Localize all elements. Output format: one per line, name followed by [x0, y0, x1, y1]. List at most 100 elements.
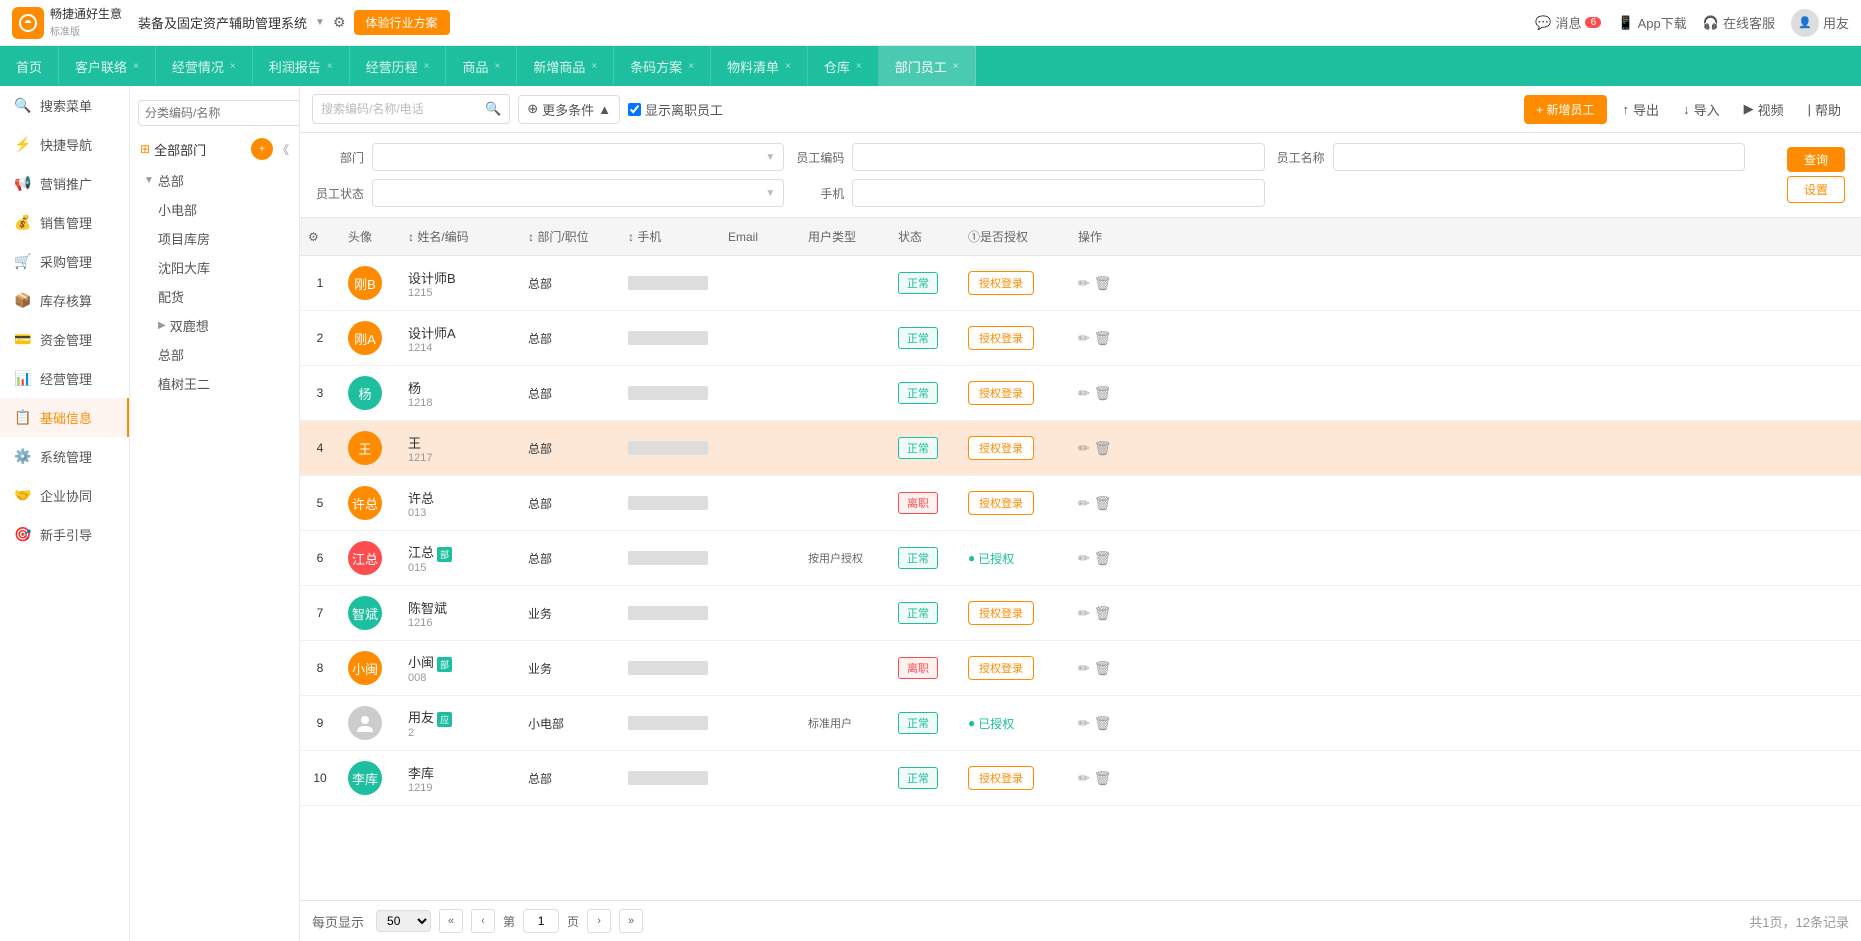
- filter-dept-select[interactable]: ▼: [372, 143, 784, 171]
- tab-home[interactable]: 首页: [0, 46, 59, 86]
- delete-icon[interactable]: 🗑: [1094, 440, 1112, 456]
- close-icon[interactable]: ×: [688, 61, 694, 72]
- delete-icon[interactable]: 🗑: [1094, 330, 1112, 346]
- auth-login-button[interactable]: 授权登录: [968, 326, 1034, 350]
- prev-page-btn[interactable]: ‹: [471, 909, 495, 933]
- search-icon[interactable]: 🔍: [485, 101, 501, 117]
- col-name-code[interactable]: ↕ 姓名/编码: [400, 218, 520, 256]
- gear-icon[interactable]: ⚙: [333, 14, 346, 31]
- dept-node-shenyang[interactable]: 沈阳大库: [130, 253, 299, 282]
- filter-empcode-input[interactable]: [852, 143, 1264, 171]
- help-btn[interactable]: | 帮助: [1800, 96, 1849, 123]
- sidebar-item-finance[interactable]: 💳 资金管理: [0, 320, 129, 359]
- user-action[interactable]: 👤 用友: [1791, 9, 1849, 37]
- search-input[interactable]: [321, 102, 481, 116]
- app-download-action[interactable]: 📱 App下载: [1617, 13, 1686, 32]
- dept-node-zhishu[interactable]: 植树王二: [130, 369, 299, 398]
- auth-login-button[interactable]: 授权登录: [968, 491, 1034, 515]
- auth-login-button[interactable]: 授权登录: [968, 381, 1034, 405]
- col-phone[interactable]: ↕ 手机: [620, 218, 720, 256]
- edit-icon[interactable]: ✏: [1078, 275, 1090, 291]
- dept-node-peihuo[interactable]: 配货: [130, 282, 299, 311]
- show-resign-checkbox[interactable]: 显示离职员工: [628, 100, 723, 119]
- auth-login-button[interactable]: 授权登录: [968, 601, 1034, 625]
- sidebar-item-guide[interactable]: 🎯 新手引导: [0, 515, 129, 554]
- try-btn[interactable]: 体验行业方案: [354, 10, 450, 35]
- query-button[interactable]: 查询: [1787, 147, 1845, 172]
- sidebar-item-inventory[interactable]: 📦 库存核算: [0, 281, 129, 320]
- last-page-btn[interactable]: »: [619, 909, 643, 933]
- edit-icon[interactable]: ✏: [1078, 605, 1090, 621]
- tab-customer[interactable]: 客户联络×: [59, 46, 156, 86]
- sidebar-item-system[interactable]: ⚙️ 系统管理: [0, 437, 129, 476]
- filter-empname-input[interactable]: [1333, 143, 1745, 171]
- page-input[interactable]: [523, 909, 559, 933]
- auth-login-button[interactable]: 授权登录: [968, 436, 1034, 460]
- tab-profit[interactable]: 利润报告×: [253, 46, 350, 86]
- tab-history[interactable]: 经营历程×: [350, 46, 447, 86]
- filter-status-select[interactable]: ▼: [372, 179, 784, 207]
- first-page-btn[interactable]: «: [439, 909, 463, 933]
- tab-add-goods[interactable]: 新增商品×: [517, 46, 614, 86]
- dept-node-head[interactable]: ▼ 总部: [130, 166, 299, 195]
- delete-icon[interactable]: 🗑: [1094, 660, 1112, 676]
- page-size-select[interactable]: 50 20 100: [376, 910, 431, 932]
- import-btn[interactable]: ↓ 导入: [1675, 96, 1728, 123]
- dept-search-input[interactable]: [138, 100, 300, 126]
- sidebar-item-basic[interactable]: 📋 基础信息: [0, 398, 129, 437]
- delete-icon[interactable]: 🗑: [1094, 550, 1112, 566]
- row-auth[interactable]: 授权登录: [960, 366, 1070, 421]
- edit-icon[interactable]: ✏: [1078, 660, 1090, 676]
- sidebar-item-search[interactable]: 🔍 搜索菜单: [0, 86, 129, 125]
- edit-icon[interactable]: ✏: [1078, 330, 1090, 346]
- tab-dept-staff[interactable]: 部门员工×: [879, 46, 976, 86]
- close-icon[interactable]: ×: [230, 61, 236, 72]
- chevron-down-icon[interactable]: ▼: [315, 17, 325, 28]
- edit-icon[interactable]: ✏: [1078, 550, 1090, 566]
- tab-goods[interactable]: 商品×: [446, 46, 517, 86]
- collapse-btn[interactable]: 《: [277, 141, 289, 158]
- edit-icon[interactable]: ✏: [1078, 440, 1090, 456]
- row-auth[interactable]: 授权登录: [960, 641, 1070, 696]
- delete-icon[interactable]: 🗑: [1094, 385, 1112, 401]
- close-icon[interactable]: ×: [327, 61, 333, 72]
- add-employee-button[interactable]: + 新增员工: [1524, 95, 1606, 124]
- auth-login-button[interactable]: 授权登录: [968, 271, 1034, 295]
- row-auth[interactable]: 授权登录: [960, 476, 1070, 531]
- all-dept-label[interactable]: 全部部门: [154, 140, 206, 159]
- delete-icon[interactable]: 🗑: [1094, 715, 1112, 731]
- edit-icon[interactable]: ✏: [1078, 770, 1090, 786]
- export-btn[interactable]: ↑ 导出: [1615, 96, 1668, 123]
- edit-icon[interactable]: ✏: [1078, 495, 1090, 511]
- close-icon[interactable]: ×: [133, 61, 139, 72]
- row-auth[interactable]: 授权登录: [960, 586, 1070, 641]
- close-icon[interactable]: ×: [856, 61, 862, 72]
- close-icon[interactable]: ×: [424, 61, 430, 72]
- reset-button[interactable]: 设置: [1787, 176, 1845, 203]
- close-icon[interactable]: ×: [591, 61, 597, 72]
- auth-login-button[interactable]: 授权登录: [968, 766, 1034, 790]
- col-settings[interactable]: ⚙: [300, 218, 340, 256]
- row-auth[interactable]: 授权登录: [960, 256, 1070, 311]
- row-auth[interactable]: 授权登录: [960, 421, 1070, 476]
- sidebar-item-collab[interactable]: 🤝 企业协同: [0, 476, 129, 515]
- sidebar-item-marketing[interactable]: 📢 营销推广: [0, 164, 129, 203]
- delete-icon[interactable]: 🗑: [1094, 495, 1112, 511]
- tab-barcode[interactable]: 条码方案×: [614, 46, 711, 86]
- tab-operations[interactable]: 经营情况×: [156, 46, 253, 86]
- filter-phone-input[interactable]: [852, 179, 1264, 207]
- dept-node-xiaodian[interactable]: 小电部: [130, 195, 299, 224]
- dept-node-shuanglu[interactable]: ▶ 双鹿想: [130, 311, 299, 340]
- dept-node-project[interactable]: 项目库房: [130, 224, 299, 253]
- delete-icon[interactable]: 🗑: [1094, 275, 1112, 291]
- edit-icon[interactable]: ✏: [1078, 385, 1090, 401]
- next-page-btn[interactable]: ›: [587, 909, 611, 933]
- message-action[interactable]: 💬 消息 6: [1535, 13, 1601, 32]
- auth-login-button[interactable]: 授权登录: [968, 656, 1034, 680]
- sidebar-item-management[interactable]: 📊 经营管理: [0, 359, 129, 398]
- delete-icon[interactable]: 🗑: [1094, 605, 1112, 621]
- close-icon[interactable]: ×: [953, 61, 959, 72]
- more-filters-btn[interactable]: ⊕ 更多条件 ▲: [518, 95, 620, 124]
- row-auth[interactable]: 授权登录: [960, 311, 1070, 366]
- show-resign-check[interactable]: [628, 103, 641, 116]
